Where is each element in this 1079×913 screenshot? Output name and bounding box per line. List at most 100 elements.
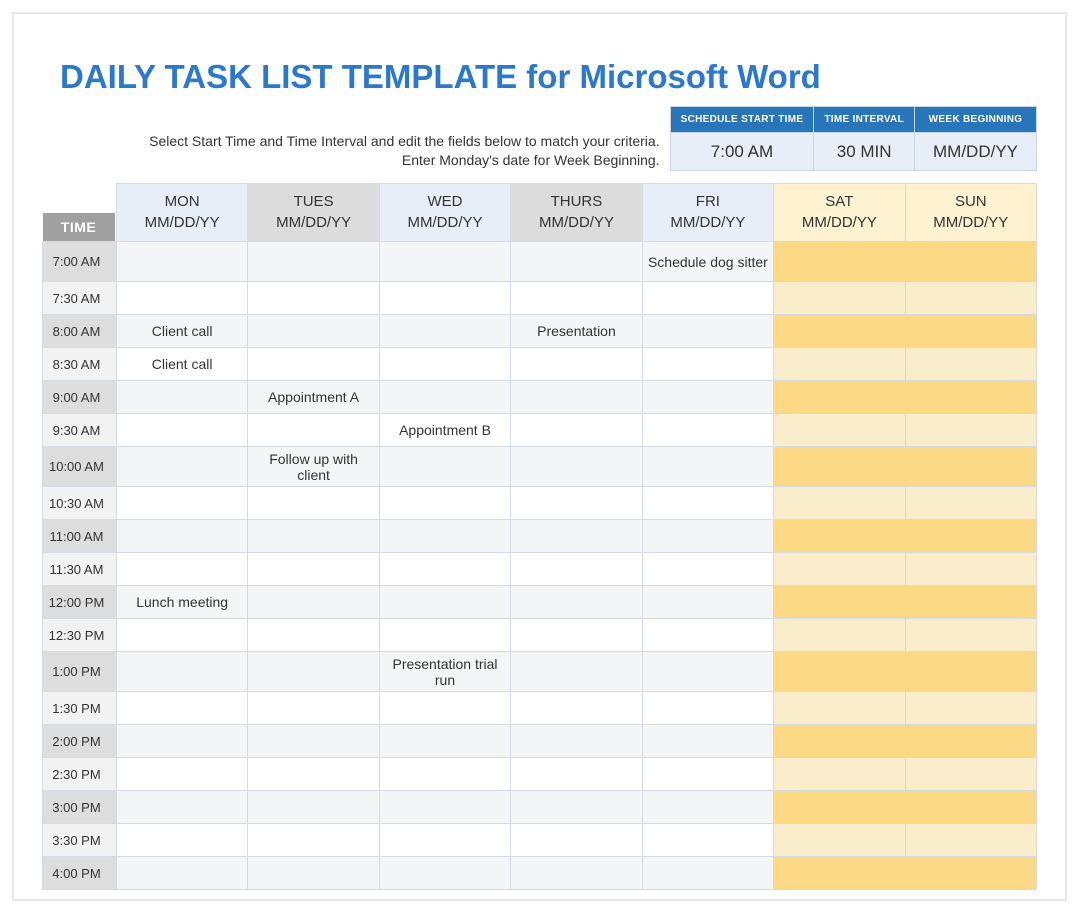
schedule-cell[interactable] — [774, 414, 905, 447]
schedule-cell[interactable] — [248, 315, 379, 348]
schedule-cell[interactable] — [248, 652, 379, 692]
day-header[interactable]: SUNMM/DD/YY — [905, 184, 1036, 242]
schedule-cell[interactable] — [642, 348, 773, 381]
schedule-cell[interactable] — [379, 725, 510, 758]
schedule-cell[interactable] — [774, 242, 905, 282]
schedule-cell[interactable] — [642, 824, 773, 857]
schedule-cell[interactable] — [379, 447, 510, 487]
schedule-cell[interactable] — [116, 758, 247, 791]
schedule-cell[interactable] — [774, 725, 905, 758]
schedule-cell[interactable] — [379, 242, 510, 282]
schedule-cell[interactable] — [511, 791, 642, 824]
schedule-cell[interactable] — [379, 315, 510, 348]
schedule-cell[interactable] — [116, 282, 247, 315]
schedule-cell[interactable] — [642, 619, 773, 652]
schedule-cell[interactable] — [905, 824, 1036, 857]
schedule-cell[interactable] — [642, 725, 773, 758]
schedule-cell[interactable] — [511, 725, 642, 758]
schedule-cell[interactable] — [774, 857, 905, 890]
schedule-cell[interactable] — [248, 553, 379, 586]
schedule-cell[interactable] — [774, 447, 905, 487]
schedule-cell[interactable] — [642, 447, 773, 487]
schedule-cell[interactable] — [774, 315, 905, 348]
schedule-cell[interactable] — [248, 242, 379, 282]
day-header[interactable]: THURSMM/DD/YY — [511, 184, 642, 242]
schedule-cell[interactable] — [774, 348, 905, 381]
schedule-cell[interactable] — [116, 619, 247, 652]
schedule-cell[interactable] — [248, 824, 379, 857]
schedule-cell[interactable] — [511, 242, 642, 282]
schedule-cell[interactable] — [642, 315, 773, 348]
schedule-cell[interactable] — [774, 758, 905, 791]
schedule-cell[interactable] — [905, 381, 1036, 414]
schedule-cell[interactable] — [511, 619, 642, 652]
schedule-cell[interactable] — [905, 619, 1036, 652]
schedule-cell[interactable] — [248, 586, 379, 619]
schedule-cell[interactable] — [379, 758, 510, 791]
schedule-cell[interactable]: Lunch meeting — [116, 586, 247, 619]
schedule-cell[interactable] — [511, 414, 642, 447]
schedule-cell[interactable] — [642, 652, 773, 692]
schedule-cell[interactable] — [116, 692, 247, 725]
schedule-cell[interactable] — [116, 857, 247, 890]
schedule-cell[interactable] — [905, 652, 1036, 692]
schedule-cell[interactable] — [116, 725, 247, 758]
schedule-cell[interactable] — [905, 553, 1036, 586]
schedule-cell[interactable] — [905, 487, 1036, 520]
schedule-cell[interactable] — [905, 242, 1036, 282]
schedule-cell[interactable] — [248, 692, 379, 725]
schedule-cell[interactable]: Client call — [116, 348, 247, 381]
schedule-cell[interactable] — [511, 520, 642, 553]
schedule-cell[interactable] — [642, 857, 773, 890]
schedule-cell[interactable] — [116, 381, 247, 414]
day-header[interactable]: TUESMM/DD/YY — [248, 184, 379, 242]
schedule-cell[interactable] — [379, 381, 510, 414]
schedule-cell[interactable] — [774, 487, 905, 520]
schedule-cell[interactable] — [379, 487, 510, 520]
schedule-cell[interactable] — [511, 381, 642, 414]
schedule-cell[interactable] — [248, 348, 379, 381]
schedule-cell[interactable] — [642, 520, 773, 553]
schedule-cell[interactable] — [248, 414, 379, 447]
schedule-cell[interactable] — [248, 487, 379, 520]
schedule-cell[interactable] — [905, 692, 1036, 725]
schedule-cell[interactable] — [116, 652, 247, 692]
schedule-cell[interactable] — [248, 725, 379, 758]
schedule-cell[interactable]: Appointment B — [379, 414, 510, 447]
schedule-cell[interactable] — [905, 586, 1036, 619]
schedule-cell[interactable] — [116, 824, 247, 857]
day-header[interactable]: MONMM/DD/YY — [116, 184, 247, 242]
schedule-cell[interactable] — [905, 447, 1036, 487]
schedule-cell[interactable]: Presentation trial run — [379, 652, 510, 692]
schedule-cell[interactable] — [116, 487, 247, 520]
schedule-cell[interactable] — [774, 520, 905, 553]
schedule-cell[interactable] — [379, 553, 510, 586]
schedule-cell[interactable] — [379, 619, 510, 652]
schedule-cell[interactable] — [116, 242, 247, 282]
schedule-cell[interactable]: Appointment A — [248, 381, 379, 414]
schedule-cell[interactable] — [774, 586, 905, 619]
schedule-cell[interactable] — [379, 857, 510, 890]
day-header[interactable]: WEDMM/DD/YY — [379, 184, 510, 242]
schedule-cell[interactable] — [905, 348, 1036, 381]
schedule-cell[interactable] — [642, 692, 773, 725]
schedule-cell[interactable] — [905, 857, 1036, 890]
schedule-cell[interactable] — [511, 758, 642, 791]
schedule-cell[interactable] — [379, 348, 510, 381]
schedule-cell[interactable] — [116, 520, 247, 553]
schedule-cell[interactable] — [379, 520, 510, 553]
schedule-cell[interactable] — [774, 282, 905, 315]
schedule-cell[interactable] — [774, 824, 905, 857]
start-time-field[interactable]: 7:00 AM — [670, 133, 814, 171]
schedule-cell[interactable] — [642, 791, 773, 824]
schedule-cell[interactable] — [774, 692, 905, 725]
schedule-cell[interactable] — [905, 758, 1036, 791]
schedule-cell[interactable] — [905, 282, 1036, 315]
schedule-cell[interactable] — [511, 487, 642, 520]
schedule-cell[interactable] — [379, 824, 510, 857]
day-header[interactable]: SATMM/DD/YY — [774, 184, 905, 242]
schedule-cell[interactable] — [905, 520, 1036, 553]
schedule-cell[interactable]: Presentation — [511, 315, 642, 348]
schedule-cell[interactable] — [774, 791, 905, 824]
schedule-cell[interactable] — [511, 348, 642, 381]
